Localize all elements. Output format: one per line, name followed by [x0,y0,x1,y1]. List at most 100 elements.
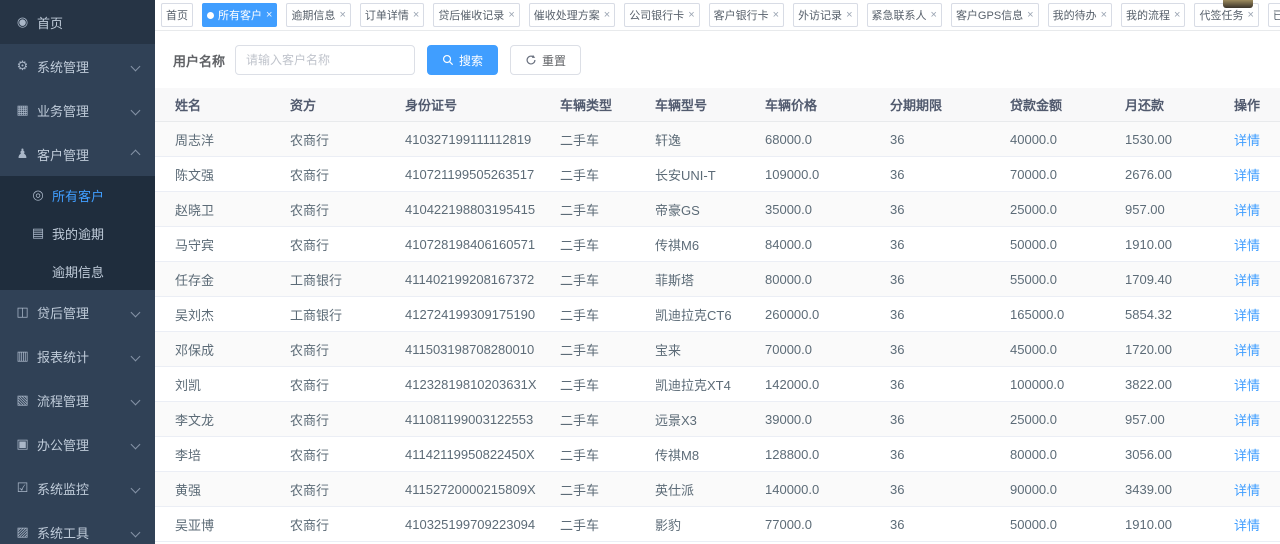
detail-link[interactable]: 详情 [1234,238,1260,253]
tab-done-task[interactable]: 已办任务 × [1268,3,1280,27]
chevron-down-icon [131,483,141,493]
cell-vehicle-type: 二手车 [540,192,635,227]
detail-link[interactable]: 详情 [1234,483,1260,498]
close-icon[interactable]: × [1027,10,1033,21]
app-window: ◉ 首页 ⚙ 系统管理 ▦ 业务管理 ♟ 客户管理 ◎ 所有客户 ▤ 我的逾期 [0,0,1280,544]
tab-my-todo[interactable]: 我的待办 × [1048,3,1112,27]
close-icon[interactable]: × [1174,10,1180,21]
detail-link[interactable]: 详情 [1234,203,1260,218]
search-button[interactable]: 搜索 [427,45,498,75]
tab-customer-gps[interactable]: 客户GPS信息 × [951,3,1039,27]
sidebar-item-home[interactable]: ◉ 首页 [0,0,155,44]
tab-all-customers[interactable]: 所有客户 × [202,3,277,27]
cell-term: 36 [870,507,990,542]
cell-id-number: 410728198406160571 [385,227,540,262]
detail-link[interactable]: 详情 [1234,378,1260,393]
cell-vehicle-type: 二手车 [540,332,635,367]
cell-funder: 农商行 [270,227,385,262]
detail-link[interactable]: 详情 [1234,133,1260,148]
cell-funder: 农商行 [270,122,385,157]
user-icon: ♟ [14,146,31,162]
cell-loan: 90000.0 [990,472,1105,507]
sidebar-item-all-customers[interactable]: ◎ 所有客户 [0,176,155,214]
close-icon[interactable]: × [339,10,345,21]
sidebar-item-customer[interactable]: ♟ 客户管理 [0,132,155,176]
tab-collection-plan[interactable]: 催收处理方案 × [529,3,615,27]
cell-monthly: 3439.00 [1105,472,1220,507]
sidebar-item-process[interactable]: ▧ 流程管理 [0,378,155,422]
sidebar-item-system[interactable]: ⚙ 系统管理 [0,44,155,88]
cell-loan: 50000.0 [990,227,1105,262]
cell-loan: 55000.0 [990,262,1105,297]
tab-order-detail[interactable]: 订单详情 × [360,3,424,27]
sidebar-item-monitor[interactable]: ☑ 系统监控 [0,466,155,510]
cell-monthly: 1530.00 [1105,122,1220,157]
close-icon[interactable]: × [604,10,610,21]
sidebar-item-business[interactable]: ▦ 业务管理 [0,88,155,132]
cell-loan: 80000.0 [990,437,1105,472]
detail-link[interactable]: 详情 [1234,273,1260,288]
detail-link[interactable]: 详情 [1234,343,1260,358]
close-icon[interactable]: × [688,10,694,21]
sidebar-item-report[interactable]: ▥ 报表统计 [0,334,155,378]
detail-link[interactable]: 详情 [1234,308,1260,323]
gear-icon: ⚙ [14,58,31,74]
cell-term: 36 [870,227,990,262]
refresh-icon [525,54,537,66]
detail-link[interactable]: 详情 [1234,448,1260,463]
sidebar-item-tools[interactable]: ▨ 系统工具 [0,510,155,544]
cell-id-number: 411503198708280010 [385,332,540,367]
table-row: 黄强 农商行 41152720000215809X 二手车 英仕派 140000… [155,472,1280,507]
chevron-down-icon [131,439,141,449]
close-icon[interactable]: × [266,10,272,21]
close-icon[interactable]: × [1247,10,1253,21]
cell-funder: 农商行 [270,472,385,507]
chevron-down-icon [131,351,141,361]
cell-vehicle-model: 英仕派 [635,472,745,507]
cell-name: 陈文强 [155,157,270,192]
tab-visit-record[interactable]: 外访记录 × [793,3,857,27]
close-icon[interactable]: × [931,10,937,21]
cell-vehicle-model: 长安UNI-T [635,157,745,192]
col-term: 分期期限 [870,88,990,122]
sidebar-item-loan[interactable]: ◫ 贷后管理 [0,290,155,334]
sidebar-submenu: ◎ 所有客户 ▤ 我的逾期 逾期信息 [0,176,155,290]
cell-funder: 农商行 [270,192,385,227]
close-icon[interactable]: × [508,10,514,21]
sidebar-item-overdue-info[interactable]: 逾期信息 [0,252,155,290]
sidebar-item-my-overdue[interactable]: ▤ 我的逾期 [0,214,155,252]
cell-loan: 45000.0 [990,332,1105,367]
col-monthly: 月还款 [1105,88,1220,122]
close-icon[interactable]: × [413,10,419,21]
sidebar-item-label: 业务管理 [37,101,89,120]
sidebar-item-office[interactable]: ▣ 办公管理 [0,422,155,466]
cell-vehicle-model: 帝豪GS [635,192,745,227]
cell-monthly: 1709.40 [1105,262,1220,297]
tab-collection-record[interactable]: 贷后催收记录 × [433,3,519,27]
cell-price: 84000.0 [745,227,870,262]
chevron-down-icon [131,527,141,537]
tab-customer-bank-card[interactable]: 客户银行卡 × [709,3,784,27]
cell-price: 35000.0 [745,192,870,227]
tab-company-bank-card[interactable]: 公司银行卡 × [624,3,699,27]
cell-id-number: 411081199003122553 [385,402,540,437]
cell-vehicle-model: 凯迪拉克CT6 [635,297,745,332]
cell-id-number: 410327199111112819 [385,122,540,157]
close-icon[interactable]: × [846,10,852,21]
tab-overdue-info[interactable]: 逾期信息 × [286,3,350,27]
book-icon: ◫ [14,304,31,320]
detail-link[interactable]: 详情 [1234,413,1260,428]
reset-button[interactable]: 重置 [510,45,581,75]
close-icon[interactable]: × [773,10,779,21]
cell-vehicle-model: 影豹 [635,507,745,542]
document-icon: ▧ [14,392,31,408]
tab-emergency-contact[interactable]: 紧急联系人 × [867,3,942,27]
avatar[interactable] [1223,0,1253,8]
detail-link[interactable]: 详情 [1234,168,1260,183]
tab-home[interactable]: 首页 [161,3,193,27]
cell-price: 109000.0 [745,157,870,192]
close-icon[interactable]: × [1101,10,1107,21]
detail-link[interactable]: 详情 [1234,518,1260,533]
tab-my-process[interactable]: 我的流程 × [1121,3,1185,27]
customer-name-input[interactable] [235,45,415,75]
